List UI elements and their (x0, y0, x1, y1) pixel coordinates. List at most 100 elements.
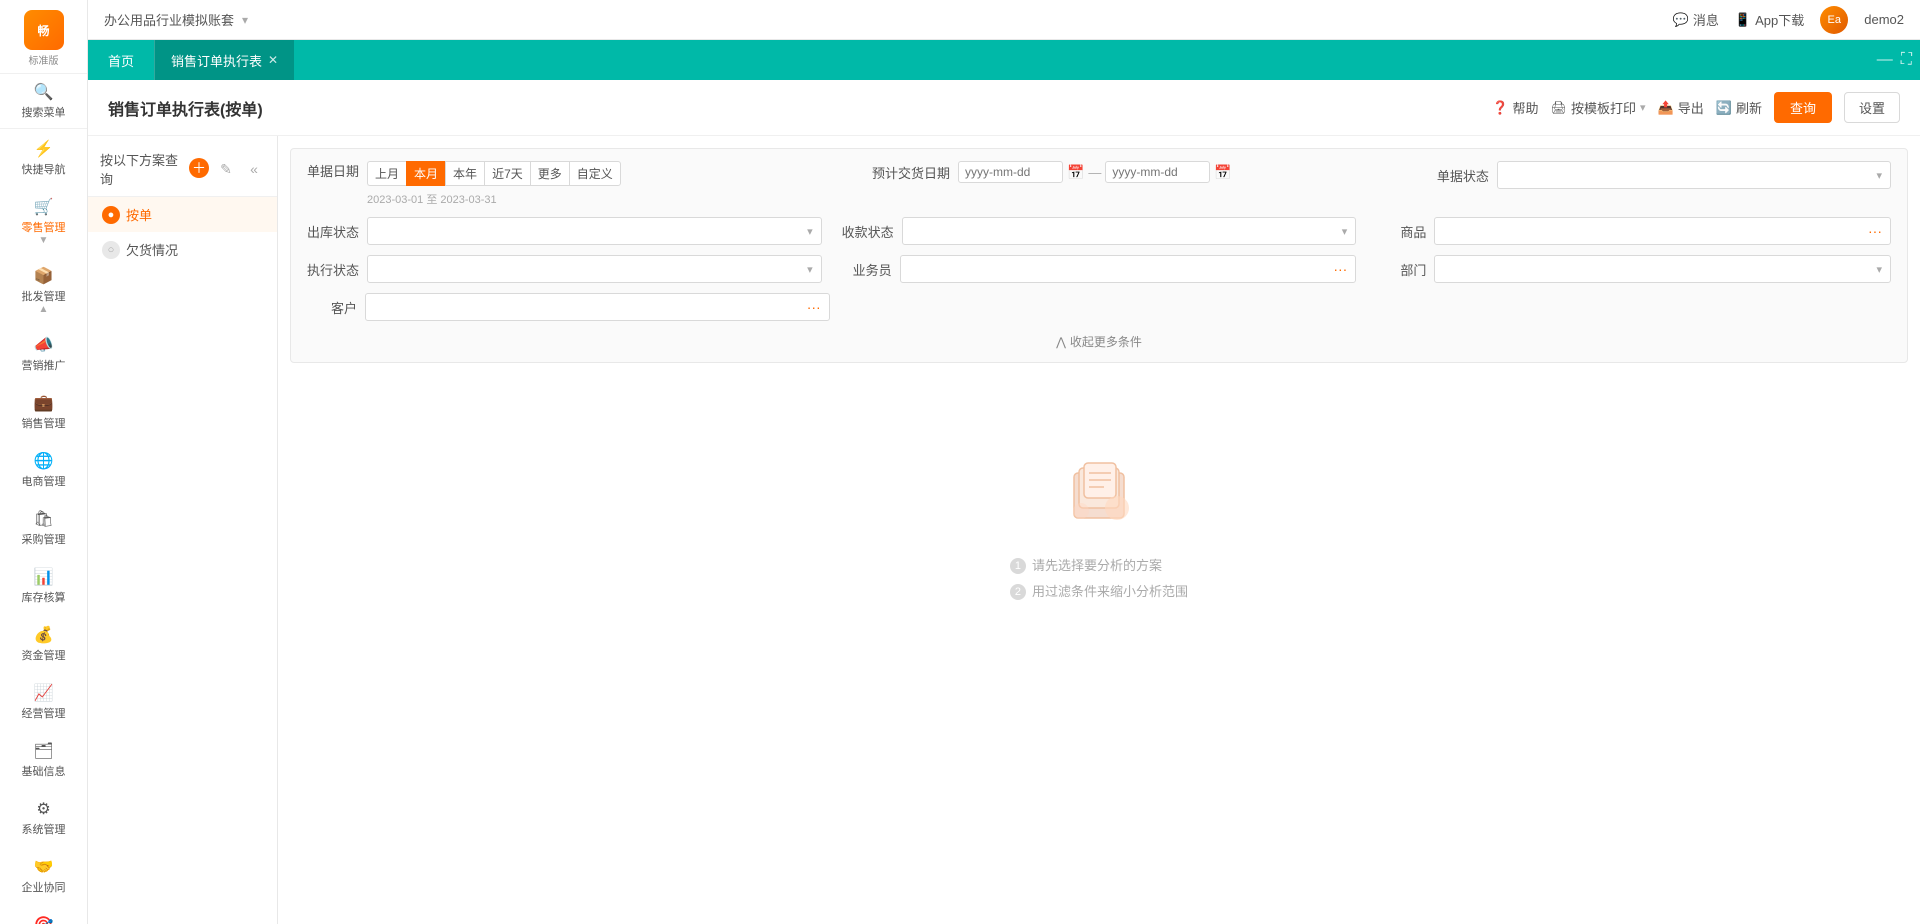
filter-item-按单[interactable]: ● 按单 (88, 197, 277, 232)
basic-icon: 🗂 (33, 741, 53, 761)
download-icon: 📱 (1735, 12, 1751, 28)
topbar-title: 办公用品行业模拟账套 (104, 10, 234, 29)
sales-icon: 💼 (34, 393, 54, 413)
sidebar-item-enterprise[interactable]: 🤝 企业协同 (0, 847, 87, 905)
out-status-label: 出库状态 (307, 222, 359, 241)
dept-select[interactable]: ▾ (1434, 255, 1891, 283)
salesperson-dots-icon[interactable]: ··· (1333, 261, 1347, 277)
date-tab-custom[interactable]: 自定义 (569, 161, 621, 186)
inventory-icon: 📊 (34, 567, 54, 587)
goods-input[interactable]: ··· (1434, 217, 1891, 245)
exec-status-select[interactable]: ▾ (367, 255, 822, 283)
filter-title: 按以下方案查询 (100, 150, 189, 188)
sidebar-item-inventory[interactable]: 📊 库存核算 (0, 557, 87, 615)
page-panel: 销售订单执行表(按单) ❓ 帮助 🖨 按模板打印 ▾ 📤 导出 (88, 80, 1920, 924)
enterprise-icon: 🤝 (34, 857, 54, 877)
topbar: 办公用品行业模拟账套 ▾ 💬 消息 📱 App下载 Ea demo2 (88, 0, 1920, 40)
tabbar: 首页 销售订单执行表 ✕ — ⛶ (88, 40, 1920, 80)
page-content: 销售订单执行表(按单) ❓ 帮助 🖨 按模板打印 ▾ 📤 导出 (88, 80, 1920, 924)
customer-input[interactable]: ··· (365, 293, 830, 321)
out-status-select[interactable]: ▾ (367, 217, 822, 245)
ecommerce-icon: 🌐 (34, 451, 54, 471)
help-icon: ❓ (1492, 100, 1508, 116)
collapse-up-icon: ⋀ (1056, 335, 1066, 349)
left-filter-panel: 按以下方案查询 ＋ ✎ « ● 按单 ○ 欠货情况 (88, 136, 278, 924)
topbar-dropdown-icon[interactable]: ▾ (242, 13, 248, 27)
finance-icon: 💰 (34, 625, 54, 645)
logo-icon[interactable]: 畅 (24, 10, 64, 50)
filter-edit-icon[interactable]: ✎ (215, 158, 237, 180)
export-button[interactable]: 📤 导出 (1658, 98, 1704, 117)
help-button[interactable]: ❓ 帮助 (1492, 98, 1538, 117)
tab-expand-icon[interactable]: ⛶ (1901, 51, 1912, 69)
customer-dots-icon[interactable]: ··· (807, 299, 821, 315)
date-tab-this-year[interactable]: 本年 (445, 161, 484, 186)
recv-status-chevron-icon: ▾ (1342, 225, 1348, 238)
filter-collapse-icon[interactable]: « (243, 158, 265, 180)
tab-minimize-icon[interactable]: — (1877, 51, 1893, 69)
date-tab-this-month[interactable]: 本月 (406, 161, 445, 186)
exec-status-condition: 执行状态 ▾ (307, 255, 822, 283)
expected-date-to-input[interactable] (1105, 161, 1210, 183)
empty-state-icon (1059, 453, 1139, 533)
exec-status-chevron-icon: ▾ (807, 263, 813, 276)
cal-from-icon: 📅 (1067, 164, 1084, 181)
empty-tip-1: 1 请先选择要分析的方案 (1010, 553, 1188, 579)
conditions-row-3: 执行状态 ▾ 业务员 ··· (307, 255, 1891, 283)
filter-add-icon[interactable]: ＋ (189, 158, 209, 178)
page-header-actions: ❓ 帮助 🖨 按模板打印 ▾ 📤 导出 🔄 刷新 (1492, 92, 1900, 123)
print-icon: 🖨 (1551, 100, 1568, 116)
sidebar-item-ecommerce[interactable]: 🌐 电商管理 (0, 441, 87, 499)
sidebar-search[interactable]: 🔍 搜索菜单 (0, 74, 87, 129)
app-download-action[interactable]: 📱 App下载 (1735, 10, 1804, 29)
operations-icon: 📈 (34, 683, 54, 703)
recv-status-condition: 收款状态 ▾ (842, 217, 1357, 245)
date-tab-7days[interactable]: 近7天 (484, 161, 530, 186)
message-action[interactable]: 💬 消息 (1673, 10, 1719, 29)
newbie-icon: 🎯 (34, 915, 54, 924)
tab-sales-exec[interactable]: 销售订单执行表 ✕ (154, 40, 294, 80)
sidebar-item-marketing[interactable]: 📣 营销推广 (0, 325, 87, 383)
sidebar-item-system[interactable]: ⚙ 系统管理 (0, 789, 87, 847)
sidebar-item-retail[interactable]: 🛒 零售管理 ▼ (0, 187, 87, 256)
recv-status-label: 收款状态 (842, 222, 894, 241)
sidebar-item-quick-nav[interactable]: ⚡ 快捷导航 (0, 129, 87, 187)
refresh-button[interactable]: 🔄 刷新 (1716, 98, 1762, 117)
sidebar-item-basic[interactable]: 🗂 基础信息 (0, 731, 87, 789)
filter-header-icons: ＋ ✎ « (189, 158, 265, 180)
expected-date-from-input[interactable] (958, 161, 1063, 183)
date-tab-last-month[interactable]: 上月 (367, 161, 406, 186)
avatar[interactable]: Ea (1820, 6, 1848, 34)
page-header: 销售订单执行表(按单) ❓ 帮助 🖨 按模板打印 ▾ 📤 导出 (88, 80, 1920, 136)
main-area: 办公用品行业模拟账套 ▾ 💬 消息 📱 App下载 Ea demo2 首页 销售… (88, 0, 1920, 924)
settings-button[interactable]: 设置 (1844, 92, 1900, 123)
goods-dots-icon[interactable]: ··· (1868, 223, 1882, 239)
salesperson-input[interactable]: ··· (900, 255, 1357, 283)
print-button[interactable]: 🖨 按模板打印 ▾ (1551, 98, 1646, 117)
date-hint: 2023-03-01 至 2023-03-31 (367, 191, 621, 207)
date-range-sep: — (1088, 165, 1101, 180)
sidebar-item-finance[interactable]: 💰 资金管理 (0, 615, 87, 673)
tab-close-icon[interactable]: ✕ (268, 54, 278, 66)
tab-home[interactable]: 首页 (88, 40, 154, 80)
date-tab-more[interactable]: 更多 (530, 161, 569, 186)
message-label: 消息 (1693, 10, 1719, 29)
collapse-button[interactable]: ⋀ 收起更多条件 (1056, 333, 1142, 350)
marketing-icon: 📣 (34, 335, 54, 355)
status-chevron-icon: ▾ (1876, 169, 1882, 182)
collapse-row: ⋀ 收起更多条件 (307, 327, 1891, 350)
expected-date-label: 预计交货日期 (872, 163, 950, 182)
sidebar-item-sales[interactable]: 💼 销售管理 (0, 383, 87, 441)
logo-text: 标准版 (29, 52, 59, 67)
print-dropdown-icon: ▾ (1640, 101, 1646, 114)
sidebar-item-wholesale[interactable]: 📦 批发管理 ▲ (0, 256, 87, 325)
search-button[interactable]: 查询 (1774, 92, 1832, 123)
sidebar-item-purchase[interactable]: 🛍 采购管理 (0, 499, 87, 557)
sidebar-item-operations[interactable]: 📈 经营管理 (0, 673, 87, 731)
recv-status-select[interactable]: ▾ (902, 217, 1357, 245)
sidebar: 畅 标准版 🔍 搜索菜单 ⚡ 快捷导航 🛒 零售管理 ▼ 📦 批发管理 ▲ 📣 … (0, 0, 88, 924)
status-select[interactable]: ▾ (1497, 161, 1891, 189)
filter-item-欠货情况[interactable]: ○ 欠货情况 (88, 232, 277, 267)
sidebar-item-newbie[interactable]: 🎯 新手引导 (0, 905, 87, 924)
empty-state: 1 请先选择要分析的方案 2 用过滤条件来缩小分析范围 (290, 373, 1908, 685)
